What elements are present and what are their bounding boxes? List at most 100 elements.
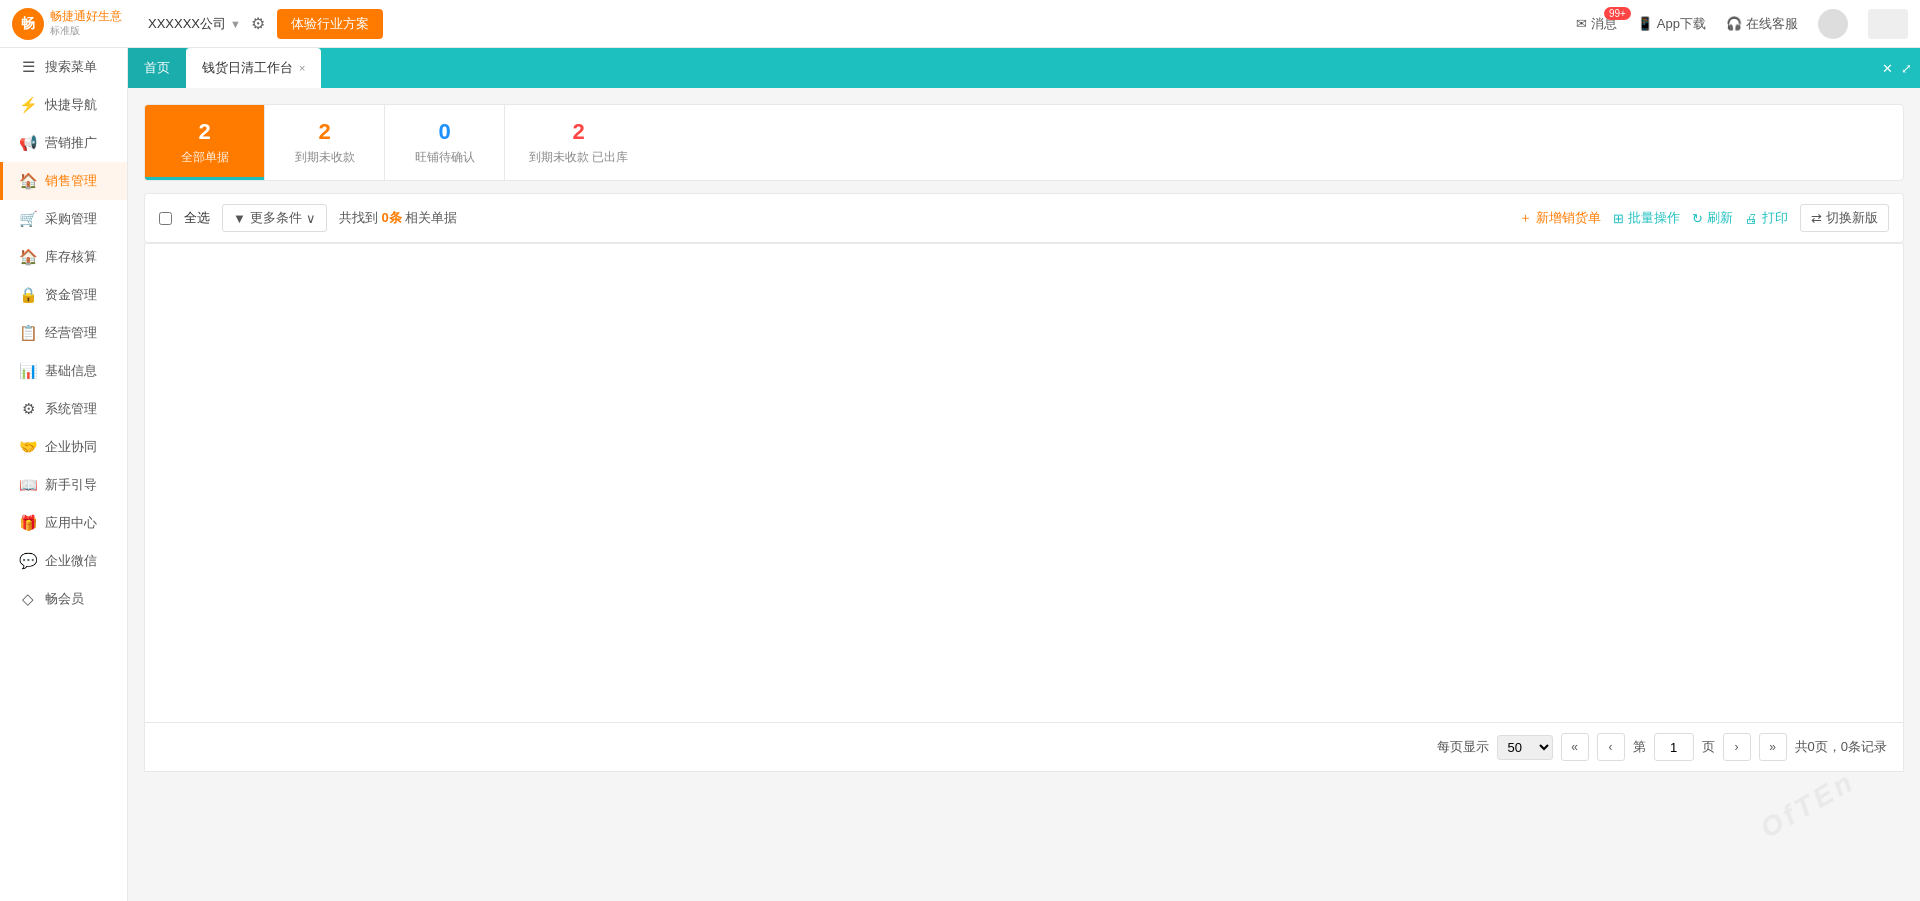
add-label: 新增销货单 — [1536, 209, 1601, 227]
member-icon: ◇ — [19, 590, 37, 608]
card-all[interactable]: 2 全部单据 — [145, 105, 265, 180]
card-pending-label: 旺铺待确认 — [409, 149, 480, 166]
logo-icon: 畅 — [12, 8, 44, 40]
card-overdue-label: 到期未收款 — [289, 149, 360, 166]
sidebar: ☰ 搜索菜单 ⚡ 快捷导航 📢 营销推广 🏠 销售管理 🛒 采购管理 🏠 库存核… — [0, 0, 128, 901]
close-window-icon[interactable]: ✕ — [1882, 61, 1893, 76]
tab-home[interactable]: 首页 — [128, 48, 186, 88]
sidebar-item-label: 企业微信 — [45, 552, 97, 570]
phone-icon: 📱 — [1637, 16, 1653, 31]
sidebar-item-marketing[interactable]: 📢 营销推广 — [0, 124, 127, 162]
refresh-label: 刷新 — [1707, 209, 1733, 227]
switch-version-btn[interactable]: ⇄ 切换新版 — [1800, 204, 1889, 232]
app-center-icon: 🎁 — [19, 514, 37, 532]
quick-nav-icon: ⚡ — [19, 96, 37, 114]
refresh-btn[interactable]: ↻ 刷新 — [1692, 209, 1733, 227]
search-menu-icon: ☰ — [19, 58, 37, 76]
page-number-input[interactable] — [1654, 733, 1694, 761]
total-label: 共0页，0条记录 — [1795, 738, 1887, 756]
inventory-icon: 🏠 — [19, 248, 37, 266]
per-page-label: 每页显示 — [1437, 738, 1489, 756]
system-icon: ⚙ — [19, 400, 37, 418]
home-tab-label: 首页 — [144, 59, 170, 77]
sidebar-item-label: 畅会员 — [45, 590, 84, 608]
chevron-down-icon: ∨ — [306, 211, 316, 226]
sidebar-item-wechat[interactable]: 💬 企业微信 — [0, 542, 127, 580]
user-menu[interactable] — [1868, 9, 1908, 39]
content-area — [144, 243, 1904, 723]
filter-btn[interactable]: ▼ 更多条件 ∨ — [222, 204, 327, 232]
sidebar-item-inventory[interactable]: 🏠 库存核算 — [0, 238, 127, 276]
tab-qianhuoriqing[interactable]: 钱货日清工作台 × — [186, 48, 321, 88]
message-btn[interactable]: ✉ 消息 99+ — [1576, 15, 1617, 33]
active-tab-label: 钱货日清工作台 — [202, 59, 293, 77]
service-label: 在线客服 — [1746, 15, 1798, 33]
batch-icon: ⊞ — [1613, 211, 1624, 226]
avatar[interactable] — [1818, 9, 1848, 39]
per-page-select[interactable]: 50 100 200 — [1497, 735, 1553, 760]
first-page-btn[interactable]: « — [1561, 733, 1589, 761]
operations-icon: 📋 — [19, 324, 37, 342]
sidebar-item-enterprise[interactable]: 🤝 企业协同 — [0, 428, 127, 466]
sidebar-item-purchase[interactable]: 🛒 采购管理 — [0, 200, 127, 238]
sidebar-item-label: 系统管理 — [45, 400, 97, 418]
print-label: 打印 — [1762, 209, 1788, 227]
sidebar-item-member[interactable]: ◇ 畅会员 — [0, 580, 127, 618]
headset-icon: 🎧 — [1726, 16, 1742, 31]
sidebar-item-app-center[interactable]: 🎁 应用中心 — [0, 504, 127, 542]
app-download-btn[interactable]: 📱 App下载 — [1637, 15, 1706, 33]
add-icon: ＋ — [1519, 209, 1532, 227]
sidebar-item-operations[interactable]: 📋 经营管理 — [0, 314, 127, 352]
next-page-btn[interactable]: › — [1723, 733, 1751, 761]
finance-icon: 🔒 — [19, 286, 37, 304]
pagination: 每页显示 50 100 200 « ‹ 第 页 › » 共0页，0条记录 — [144, 723, 1904, 772]
switch-label: 切换新版 — [1826, 209, 1878, 227]
sidebar-item-label: 新手引导 — [45, 476, 97, 494]
online-service-btn[interactable]: 🎧 在线客服 — [1726, 15, 1798, 33]
found-count: 0条 — [382, 210, 402, 225]
settings-icon[interactable]: ⚙ — [251, 14, 265, 33]
experience-btn[interactable]: 体验行业方案 — [277, 9, 383, 39]
sidebar-item-system[interactable]: ⚙ 系统管理 — [0, 390, 127, 428]
sidebar-item-finance[interactable]: 🔒 资金管理 — [0, 276, 127, 314]
toolbar: 全选 ▼ 更多条件 ∨ 共找到 0条 相关单据 ＋ 新增销货单 ⊞ 批量操作 — [144, 193, 1904, 243]
batch-operation-btn[interactable]: ⊞ 批量操作 — [1613, 209, 1680, 227]
summary-cards: 2 全部单据 2 到期未收款 0 旺铺待确认 2 到期未收款 已出库 — [144, 104, 1904, 181]
sidebar-item-basic-info[interactable]: 📊 基础信息 — [0, 352, 127, 390]
sidebar-item-guide[interactable]: 📖 新手引导 — [0, 466, 127, 504]
sidebar-item-search[interactable]: ☰ 搜索菜单 — [0, 48, 127, 86]
card-underline — [145, 177, 264, 180]
print-icon: 🖨 — [1745, 211, 1758, 226]
select-all-checkbox[interactable] — [159, 212, 172, 225]
guide-icon: 📖 — [19, 476, 37, 494]
card-overdue-out[interactable]: 2 到期未收款 已出库 — [505, 105, 652, 180]
card-overdue[interactable]: 2 到期未收款 — [265, 105, 385, 180]
add-sales-order-btn[interactable]: ＋ 新增销货单 — [1519, 209, 1601, 227]
nav-tabs-controls: ✕ ⤢ — [1882, 61, 1920, 76]
nav-tabs: 首页 钱货日清工作台 × ✕ ⤢ — [128, 48, 1920, 88]
sidebar-item-label: 基础信息 — [45, 362, 97, 380]
message-icon: ✉ — [1576, 16, 1587, 31]
sidebar-item-label: 采购管理 — [45, 210, 97, 228]
message-badge: 99+ — [1604, 7, 1631, 20]
print-btn[interactable]: 🖨 打印 — [1745, 209, 1788, 227]
batch-label: 批量操作 — [1628, 209, 1680, 227]
company-name: XXXXXX公司 — [148, 15, 226, 33]
chevron-down-icon: ▼ — [230, 18, 241, 30]
close-tab-icon[interactable]: × — [299, 62, 305, 74]
sidebar-item-quick-nav[interactable]: ⚡ 快捷导航 — [0, 86, 127, 124]
main-content: 2 全部单据 2 到期未收款 0 旺铺待确认 2 到期未收款 已出库 全选 ▼ … — [128, 88, 1920, 901]
expand-window-icon[interactable]: ⤢ — [1901, 61, 1912, 76]
sidebar-item-sales[interactable]: 🏠 销售管理 — [0, 162, 127, 200]
company-selector[interactable]: XXXXXX公司 ▼ — [148, 15, 241, 33]
last-page-btn[interactable]: » — [1759, 733, 1787, 761]
marketing-icon: 📢 — [19, 134, 37, 152]
filter-label: 更多条件 — [250, 209, 302, 227]
logo-text: 畅捷通好生意 — [50, 9, 122, 25]
card-overdue-out-label: 到期未收款 已出库 — [529, 149, 628, 166]
card-overdue-num: 2 — [289, 119, 360, 145]
card-all-label: 全部单据 — [169, 149, 240, 166]
prev-page-btn[interactable]: ‹ — [1597, 733, 1625, 761]
card-pending[interactable]: 0 旺铺待确认 — [385, 105, 505, 180]
sidebar-item-label: 销售管理 — [45, 172, 97, 190]
